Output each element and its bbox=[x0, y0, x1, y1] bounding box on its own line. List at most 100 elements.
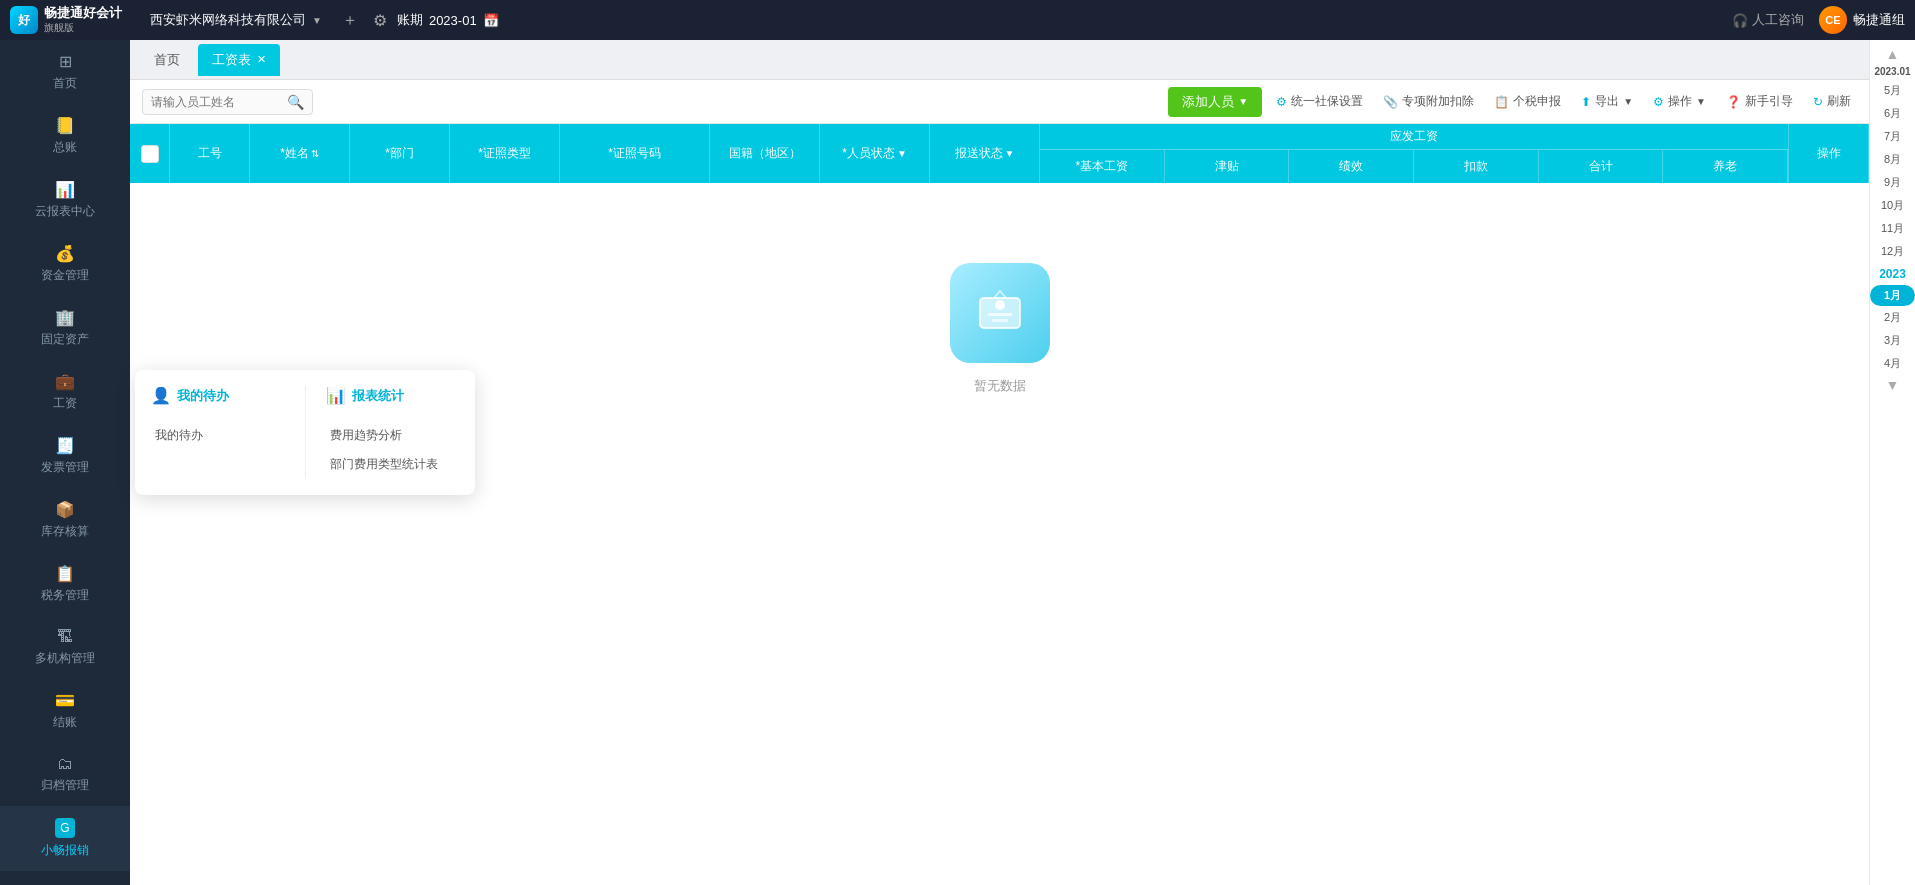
report-header-icon: 📊 bbox=[326, 386, 346, 405]
timeline-month-7[interactable]: 7月 bbox=[1870, 125, 1915, 148]
logo-area: 好 畅捷通好会计 旗舰版 bbox=[10, 5, 140, 35]
toolbar: 🔍 添加人员 ▼ ⚙ 统一社保设置 📎 专项附加扣除 📋 个税申报 bbox=[130, 80, 1869, 124]
th-dept: *部门 bbox=[350, 124, 450, 183]
empty-illustration bbox=[970, 283, 1030, 343]
sidebar-item-home[interactable]: ⊞ 首页 bbox=[0, 40, 130, 104]
company-selector[interactable]: 西安虾米网络科技有限公司 ▼ bbox=[140, 11, 332, 29]
timeline-month-6[interactable]: 6月 bbox=[1870, 102, 1915, 125]
operation-icon: ⚙ bbox=[1653, 95, 1664, 109]
dp-col-report: 📊 报表统计 费用趋势分析 部门费用类型统计表 bbox=[326, 386, 460, 479]
multi-org-icon: 🏗 bbox=[57, 628, 73, 646]
tax-declaration-action[interactable]: 📋 个税申报 bbox=[1488, 89, 1567, 114]
th-emp-no: 工号 bbox=[170, 124, 250, 183]
todo-header-icon: 👤 bbox=[151, 386, 171, 405]
timeline-nav-down[interactable]: ▼ bbox=[1879, 375, 1907, 395]
th-salary-group-label: 应发工资 bbox=[1040, 124, 1788, 150]
dp-todo-item-my-todo[interactable]: 我的待办 bbox=[151, 421, 285, 450]
timeline-month-10[interactable]: 10月 bbox=[1870, 194, 1915, 217]
headset-icon: 🎧 bbox=[1732, 13, 1748, 28]
refresh-action[interactable]: ↻ 刷新 bbox=[1807, 89, 1857, 114]
add-icon[interactable]: ＋ bbox=[342, 10, 358, 31]
search-icon: 🔍 bbox=[287, 94, 304, 110]
timeline-month-9[interactable]: 9月 bbox=[1870, 171, 1915, 194]
logo-text-block: 畅捷通好会计 旗舰版 bbox=[44, 5, 122, 35]
timeline-year-2023: 2023 bbox=[1870, 263, 1915, 285]
th-checkbox[interactable] bbox=[130, 124, 170, 183]
social-insurance-icon: ⚙ bbox=[1276, 95, 1287, 109]
sidebar-item-cloud-report[interactable]: 📊 云报表中心 bbox=[0, 168, 130, 232]
th-id-type: *证照类型 bbox=[450, 124, 560, 183]
settings-icon[interactable]: ⚙ bbox=[373, 11, 387, 30]
sidebar-item-basic-settings[interactable]: ⚙ 基础设置 bbox=[0, 871, 130, 885]
timeline-month-12[interactable]: 12月 bbox=[1870, 240, 1915, 263]
dp-report-item-dept-expense[interactable]: 部门费用类型统计表 bbox=[326, 450, 460, 479]
calendar-icon[interactable]: 📅 bbox=[483, 13, 499, 28]
tab-close-icon[interactable]: ✕ bbox=[257, 53, 266, 66]
social-insurance-label: 统一社保设置 bbox=[1291, 93, 1363, 110]
invoice-icon: 🧾 bbox=[55, 436, 75, 455]
add-person-button[interactable]: 添加人员 ▼ bbox=[1168, 87, 1262, 117]
dp-report-item-expense-trend[interactable]: 费用趋势分析 bbox=[326, 421, 460, 450]
dp-todo-header: 👤 我的待办 bbox=[151, 386, 285, 411]
th-report-status: 报送状态 ▼ bbox=[930, 124, 1040, 183]
add-person-label: 添加人员 bbox=[1182, 93, 1234, 111]
sidebar-label-xiaochang: 小畅报销 bbox=[41, 842, 89, 859]
support-button[interactable]: 🎧 人工咨询 bbox=[1732, 11, 1804, 29]
sidebar-item-settle[interactable]: 💳 结账 bbox=[0, 679, 130, 743]
sidebar-item-invoice[interactable]: 🧾 发票管理 bbox=[0, 424, 130, 488]
tab-payroll[interactable]: 工资表 ✕ bbox=[198, 44, 280, 76]
operation-label: 操作 bbox=[1668, 93, 1692, 110]
timeline-nav-up[interactable]: ▲ bbox=[1879, 44, 1907, 64]
timeline-month-4[interactable]: 4月 bbox=[1870, 352, 1915, 375]
th-total: 合计 bbox=[1539, 150, 1664, 183]
personnel-status-filter-icon[interactable]: ▼ bbox=[897, 148, 907, 159]
report-status-filter-icon[interactable]: ▼ bbox=[1005, 148, 1015, 159]
new-guide-action[interactable]: ❓ 新手引导 bbox=[1720, 89, 1799, 114]
dp-todo-item-label: 我的待办 bbox=[155, 428, 203, 442]
user-area[interactable]: CE 畅捷通组 bbox=[1819, 6, 1905, 34]
dropdown-panel: 👤 我的待办 我的待办 📊 报表统计 费用趋势分析 部门费用类型统计表 bbox=[135, 370, 475, 495]
th-report-status-label: 报送状态 bbox=[955, 145, 1003, 162]
sidebar-item-payroll[interactable]: 💼 工资 bbox=[0, 360, 130, 424]
dp-col-todo: 👤 我的待办 我的待办 bbox=[151, 386, 285, 479]
sidebar-item-fixed-assets[interactable]: 🏢 固定资产 bbox=[0, 296, 130, 360]
tax-icon: 📋 bbox=[55, 564, 75, 583]
sidebar-label-archive: 归档管理 bbox=[41, 777, 89, 794]
timeline-month-1[interactable]: 1月 bbox=[1870, 285, 1915, 306]
app-name: 畅捷通好会计 bbox=[44, 5, 122, 21]
select-all-checkbox[interactable] bbox=[141, 145, 159, 163]
xiaochang-icon: G bbox=[55, 818, 75, 838]
timeline-month-2[interactable]: 2月 bbox=[1870, 306, 1915, 329]
sidebar-label-inventory: 库存核算 bbox=[41, 523, 89, 540]
tab-home-label: 首页 bbox=[154, 51, 180, 69]
add-person-dropdown-icon: ▼ bbox=[1238, 96, 1248, 107]
timeline-month-8[interactable]: 8月 bbox=[1870, 148, 1915, 171]
th-ops-label: 操作 bbox=[1817, 145, 1841, 162]
svg-rect-2 bbox=[988, 313, 1012, 316]
dp-dept-expense-label: 部门费用类型统计表 bbox=[330, 457, 438, 471]
archive-icon: 🗂 bbox=[57, 755, 73, 773]
sort-icon[interactable]: ⇅ bbox=[311, 148, 319, 159]
timeline-month-3[interactable]: 3月 bbox=[1870, 329, 1915, 352]
operation-action[interactable]: ⚙ 操作 ▼ bbox=[1647, 89, 1712, 114]
support-label: 人工咨询 bbox=[1752, 11, 1804, 29]
social-insurance-action[interactable]: ⚙ 统一社保设置 bbox=[1270, 89, 1369, 114]
search-input[interactable] bbox=[151, 95, 281, 109]
timeline-month-11[interactable]: 11月 bbox=[1870, 217, 1915, 240]
empty-icon-box bbox=[950, 263, 1050, 363]
timeline-month-5[interactable]: 5月 bbox=[1870, 79, 1915, 102]
sidebar-item-multi-org[interactable]: 🏗 多机构管理 bbox=[0, 616, 130, 679]
sidebar-item-xiaochang[interactable]: G 小畅报销 bbox=[0, 806, 130, 871]
svg-point-1 bbox=[995, 300, 1005, 310]
th-salary-sub: *基本工资 津贴 绩效 扣款 合计 养老 bbox=[1040, 150, 1788, 183]
sidebar-item-archive[interactable]: 🗂 归档管理 bbox=[0, 743, 130, 806]
ledger-icon: 📒 bbox=[55, 116, 75, 135]
special-deduct-action[interactable]: 📎 专项附加扣除 bbox=[1377, 89, 1480, 114]
export-action[interactable]: ⬆ 导出 ▼ bbox=[1575, 89, 1639, 114]
sidebar-item-tax[interactable]: 📋 税务管理 bbox=[0, 552, 130, 616]
sidebar-item-inventory[interactable]: 📦 库存核算 bbox=[0, 488, 130, 552]
sidebar-item-ledger[interactable]: 📒 总账 bbox=[0, 104, 130, 168]
tab-home[interactable]: 首页 bbox=[140, 44, 194, 76]
sidebar-item-fund[interactable]: 💰 资金管理 bbox=[0, 232, 130, 296]
sidebar-label-fixed-assets: 固定资产 bbox=[41, 331, 89, 348]
